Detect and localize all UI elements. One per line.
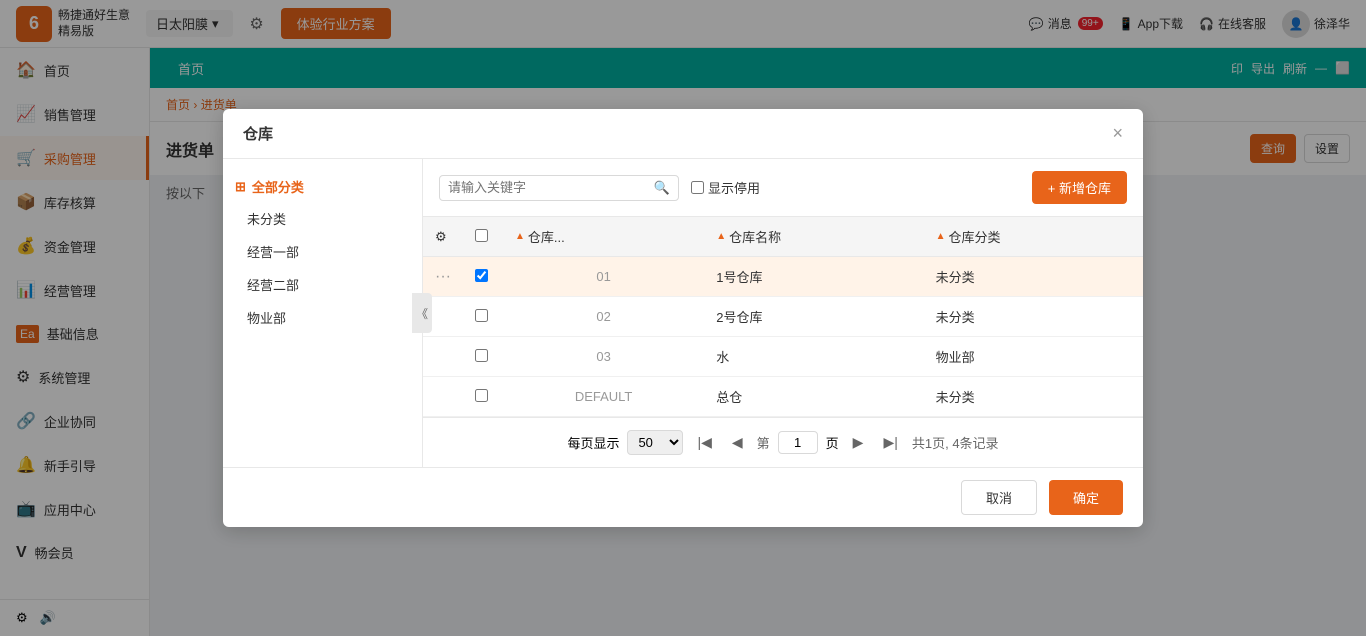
page-label: 页 <box>826 433 839 452</box>
last-page-btn[interactable]: ▶| <box>877 431 903 454</box>
sort-icon-code: ▲ <box>515 231 525 242</box>
row-category: 未分类 <box>924 377 1143 417</box>
show-disabled-label: 显示停用 <box>708 178 760 197</box>
th-code: ▲ 仓库... <box>503 217 704 257</box>
warehouse-modal: 仓库 × ⊞ 全部分类 未分类 经营一部 经营二部 物业部 《 <box>223 109 1143 527</box>
tree-item-property[interactable]: 物业部 <box>223 301 422 334</box>
table-row[interactable]: 03 水 物业部 <box>423 337 1143 377</box>
th-gear: ⚙ <box>423 217 463 257</box>
tree-item-uncategorized[interactable]: 未分类 <box>223 202 422 235</box>
warehouse-table: ⚙ ▲ 仓库... <box>423 217 1143 417</box>
th-name: ▲ 仓库名称 <box>704 217 923 257</box>
select-all-checkbox[interactable] <box>475 229 488 242</box>
per-page-select[interactable]: 50 100 200 <box>627 430 683 455</box>
sort-icon-category: ▲ <box>936 231 946 242</box>
all-category-item[interactable]: ⊞ 全部分类 <box>223 171 422 202</box>
table-row[interactable]: DEFAULT 总仓 未分类 <box>423 377 1143 417</box>
add-warehouse-button[interactable]: + 新增仓库 <box>1032 171 1127 204</box>
tree-collapse-button[interactable]: 《 <box>412 293 432 333</box>
per-page-label: 每页显示 <box>567 433 619 452</box>
row-action-cell <box>423 377 463 417</box>
row-checkbox-cell <box>463 297 503 337</box>
th-checkbox <box>463 217 503 257</box>
row-code: 01 <box>503 257 704 297</box>
row-checkbox[interactable] <box>475 349 488 362</box>
pagination: 每页显示 50 100 200 |◀ ◀ 第 页 ▶ ▶| 共1页, 4条记录 <box>423 417 1143 467</box>
row-category: 未分类 <box>924 257 1143 297</box>
row-name: 2号仓库 <box>704 297 923 337</box>
all-category-label: 全部分类 <box>252 177 304 196</box>
modal-footer: 取消 确定 <box>223 467 1143 527</box>
grid-icon: ⊞ <box>235 179 246 195</box>
page-label-before: 第 <box>757 433 770 452</box>
row-action-cell: ··· <box>423 257 463 297</box>
tree-item-dept2[interactable]: 经营二部 <box>223 268 422 301</box>
row-checkbox[interactable] <box>475 309 488 322</box>
row-action-cell <box>423 337 463 377</box>
search-bar: 🔍 显示停用 + 新增仓库 <box>423 159 1143 217</box>
th-category: ▲ 仓库分类 <box>924 217 1143 257</box>
row-checkbox-cell <box>463 337 503 377</box>
page-number-input[interactable] <box>778 431 818 454</box>
search-icon[interactable]: 🔍 <box>654 180 670 196</box>
row-code: DEFAULT <box>503 377 704 417</box>
row-checkbox[interactable] <box>475 389 488 402</box>
row-name: 水 <box>704 337 923 377</box>
total-info: 共1页, 4条记录 <box>912 433 999 452</box>
sort-icon-name: ▲ <box>716 231 726 242</box>
row-category: 未分类 <box>924 297 1143 337</box>
row-name: 1号仓库 <box>704 257 923 297</box>
row-checkbox-cell <box>463 377 503 417</box>
table-row[interactable]: 02 2号仓库 未分类 <box>423 297 1143 337</box>
row-category: 物业部 <box>924 337 1143 377</box>
row-dots-btn[interactable]: ··· <box>435 268 451 285</box>
cancel-button[interactable]: 取消 <box>961 480 1037 515</box>
category-tree: ⊞ 全部分类 未分类 经营一部 经营二部 物业部 《 <box>223 159 423 467</box>
search-input-wrap: 🔍 <box>439 175 679 201</box>
tree-item-dept1[interactable]: 经营一部 <box>223 235 422 268</box>
modal-overlay: 仓库 × ⊞ 全部分类 未分类 经营一部 经营二部 物业部 《 <box>0 0 1366 636</box>
modal-header: 仓库 × <box>223 109 1143 159</box>
warehouse-table-wrap: ⚙ ▲ 仓库... <box>423 217 1143 417</box>
row-checkbox-cell <box>463 257 503 297</box>
modal-title: 仓库 <box>243 123 273 144</box>
prev-page-btn[interactable]: ◀ <box>726 431 749 454</box>
close-button[interactable]: × <box>1112 123 1123 144</box>
show-disabled-wrap: 显示停用 <box>691 178 760 197</box>
first-page-btn[interactable]: |◀ <box>691 431 717 454</box>
search-input[interactable] <box>448 180 650 195</box>
warehouse-content: 🔍 显示停用 + 新增仓库 ⚙ <box>423 159 1143 467</box>
show-disabled-checkbox[interactable] <box>691 181 704 194</box>
row-checkbox[interactable] <box>475 269 488 282</box>
row-name: 总仓 <box>704 377 923 417</box>
confirm-button[interactable]: 确定 <box>1049 480 1123 515</box>
next-page-btn[interactable]: ▶ <box>847 431 870 454</box>
modal-body: ⊞ 全部分类 未分类 经营一部 经营二部 物业部 《 🔍 <box>223 159 1143 467</box>
row-code: 02 <box>503 297 704 337</box>
table-row[interactable]: ··· 01 1号仓库 未分类 <box>423 257 1143 297</box>
row-code: 03 <box>503 337 704 377</box>
